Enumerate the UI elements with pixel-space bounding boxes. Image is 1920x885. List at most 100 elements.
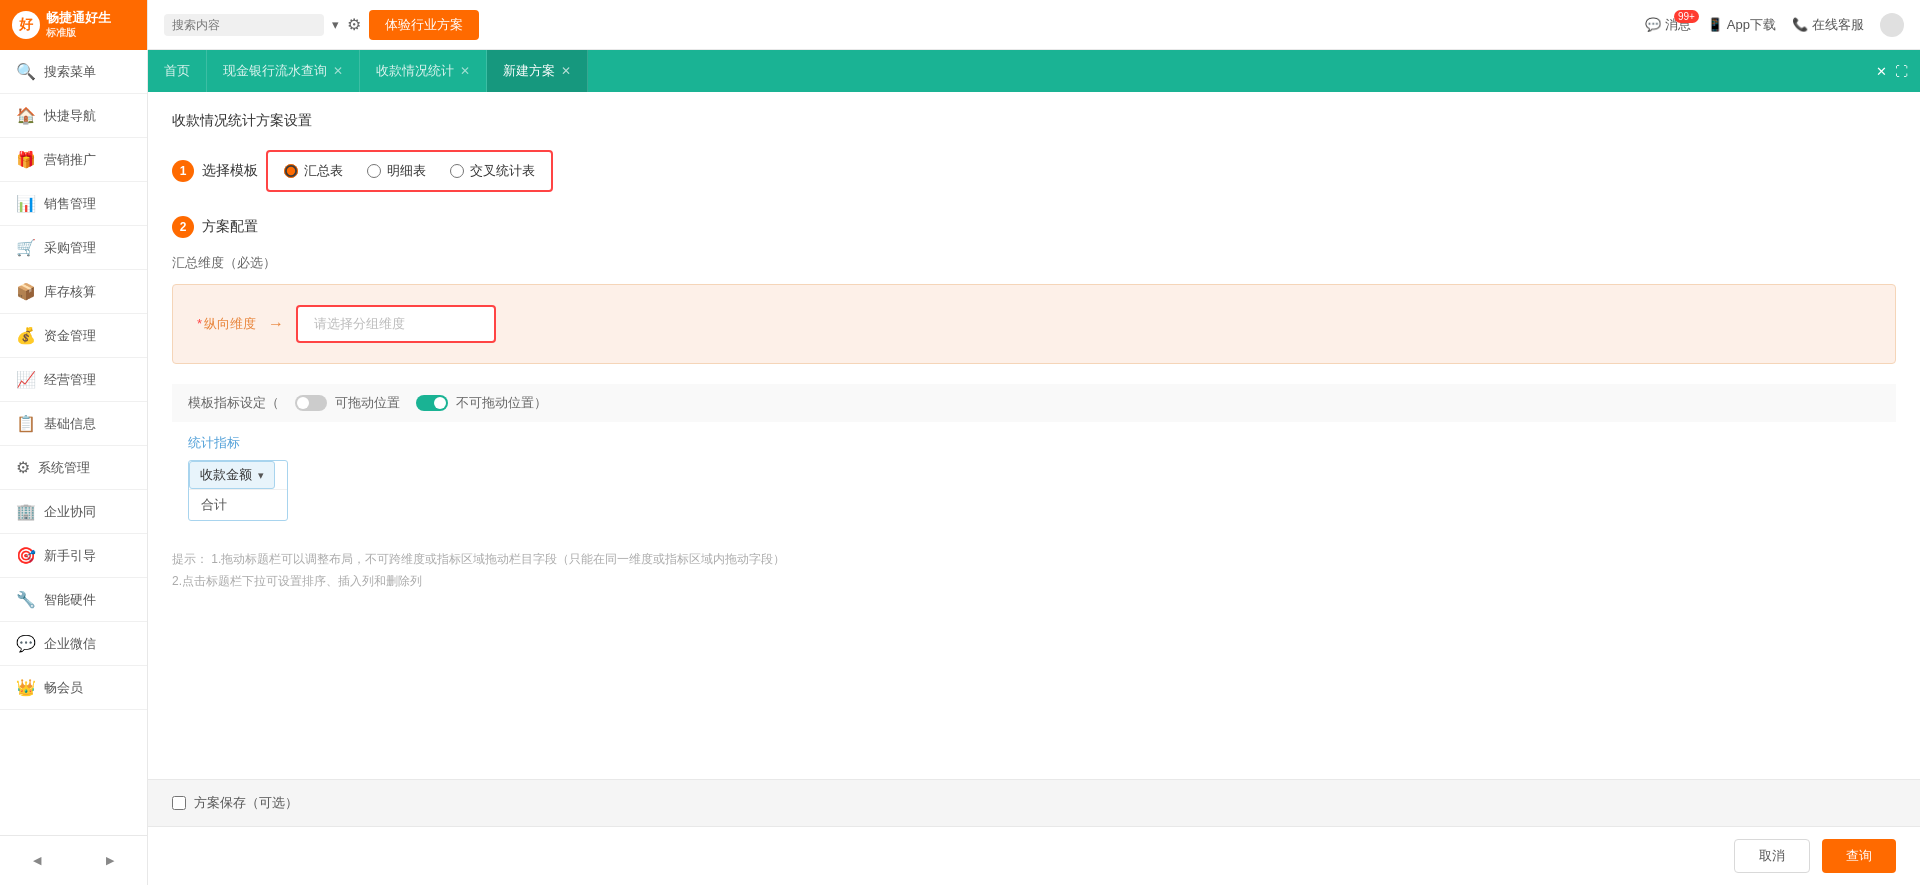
tab-cashflow-close[interactable]: ✕ xyxy=(333,64,343,78)
download-label: App下载 xyxy=(1727,16,1776,34)
service-label: 在线客服 xyxy=(1812,16,1864,34)
radio-detail-label: 明细表 xyxy=(387,162,426,180)
metrics-header-bar: 模板指标设定（ 可拖动位置 不可拖 xyxy=(172,384,1896,422)
tab-controls: ✕ ⛶ xyxy=(1864,50,1920,92)
cart-icon: 🛒 xyxy=(16,238,36,257)
sidebar-item-label: 新手引导 xyxy=(44,547,96,565)
chat-icon: 💬 xyxy=(16,634,36,653)
sidebar-item-purchase[interactable]: 🛒 采购管理 xyxy=(0,226,147,270)
sidebar-bottom-right[interactable]: ▶ xyxy=(106,854,114,867)
radio-detail-input[interactable] xyxy=(367,164,381,178)
radio-cross-input[interactable] xyxy=(450,164,464,178)
sidebar-item-marketing[interactable]: 🎁 营销推广 xyxy=(0,138,147,182)
wrench-icon: 🔧 xyxy=(16,590,36,609)
search-input[interactable] xyxy=(164,14,324,36)
radio-detail[interactable]: 明细表 xyxy=(367,162,426,180)
service-section[interactable]: 📞 在线客服 xyxy=(1792,16,1864,34)
step1-section: 1 选择模板 汇总表 明细表 交叉统计表 xyxy=(172,150,1896,192)
sidebar-item-wechat[interactable]: 💬 企业微信 xyxy=(0,622,147,666)
gear-icon[interactable]: ⚙ xyxy=(347,15,361,34)
money-icon: 💰 xyxy=(16,326,36,345)
tab-new-plan-close[interactable]: ✕ xyxy=(561,64,571,78)
sidebar-item-sales[interactable]: 📊 销售管理 xyxy=(0,182,147,226)
tips-section: 提示： 1.拖动标题栏可以调整布局，不可跨维度或指标区域拖动栏目字段（只能在同一… xyxy=(172,549,1896,592)
metrics-toggle1[interactable]: 可拖动位置 xyxy=(295,394,400,412)
toggle-label2: 不可拖动位置） xyxy=(456,394,547,412)
sidebar-bottom-left[interactable]: ◀ xyxy=(33,854,41,867)
toggle-track1 xyxy=(295,395,327,411)
main-area: ▾ ⚙ 体验行业方案 💬 消息 99+ 📱 App下载 📞 在线客服 首页 xyxy=(148,0,1920,885)
sidebar-item-inventory[interactable]: 📦 库存核算 xyxy=(0,270,147,314)
message-badge[interactable]: 💬 消息 99+ xyxy=(1645,16,1691,34)
sidebar-logo: 好 畅捷通好生 标准版 xyxy=(0,0,147,50)
sidebar-item-hardware[interactable]: 🔧 智能硬件 xyxy=(0,578,147,622)
sidebar-item-label: 搜索菜单 xyxy=(44,63,96,81)
sidebar-item-label: 基础信息 xyxy=(44,415,96,433)
tip-1: 提示： 1.拖动标题栏可以调整布局，不可跨维度或指标区域拖动栏目字段（只能在同一… xyxy=(172,549,1896,571)
radio-summary-input[interactable] xyxy=(284,164,298,178)
footer-actions: 取消 查询 xyxy=(148,826,1920,885)
tab-bar: 首页 现金银行流水查询 ✕ 收款情况统计 ✕ 新建方案 ✕ ✕ ⛶ xyxy=(148,50,1920,92)
sidebar-item-system[interactable]: ⚙ 系统管理 xyxy=(0,446,147,490)
sidebar-item-label: 库存核算 xyxy=(44,283,96,301)
sidebar-nav: 🔍 搜索菜单 🏠 快捷导航 🎁 营销推广 📊 销售管理 🛒 采购管理 📦 库存核… xyxy=(0,50,147,835)
header-right: 💬 消息 99+ 📱 App下载 📞 在线客服 xyxy=(1645,13,1904,37)
step2-number: 2 xyxy=(172,216,194,238)
toggle-thumb1 xyxy=(297,397,309,409)
content-area: 收款情况统计方案设置 1 选择模板 汇总表 明细表 xyxy=(148,92,1920,885)
badge-count: 99+ xyxy=(1674,10,1699,23)
tab-expand-icon[interactable]: ⛶ xyxy=(1895,64,1908,79)
dimension-dropdown[interactable]: 请选择分组维度 xyxy=(296,305,496,343)
sidebar: 好 畅捷通好生 标准版 🔍 搜索菜单 🏠 快捷导航 🎁 营销推广 📊 销售管理 … xyxy=(0,0,148,885)
tab-receipts-label: 收款情况统计 xyxy=(376,62,454,80)
chevron-down-icon[interactable]: ▾ xyxy=(332,17,339,32)
tip-2: 2.点击标题栏下拉可设置排序、插入列和删除列 xyxy=(172,571,1896,593)
home-icon: 🏠 xyxy=(16,106,36,125)
trial-button[interactable]: 体验行业方案 xyxy=(369,10,479,40)
tab-cashflow[interactable]: 现金银行流水查询 ✕ xyxy=(207,50,360,92)
clipboard-icon: 📋 xyxy=(16,414,36,433)
tab-home[interactable]: 首页 xyxy=(148,50,207,92)
sidebar-item-collab[interactable]: 🏢 企业协同 xyxy=(0,490,147,534)
tab-new-plan[interactable]: 新建方案 ✕ xyxy=(487,50,588,92)
sidebar-item-member[interactable]: 👑 畅会员 xyxy=(0,666,147,710)
arrow-icon: → xyxy=(268,315,284,333)
headset-icon: 📞 xyxy=(1792,17,1808,32)
metrics-stat-label: 统计指标 xyxy=(188,434,1880,452)
sidebar-item-management[interactable]: 📈 经营管理 xyxy=(0,358,147,402)
metrics-sub-label: 合计 xyxy=(201,496,227,514)
template-selection: 汇总表 明细表 交叉统计表 xyxy=(266,150,553,192)
sidebar-item-basic[interactable]: 📋 基础信息 xyxy=(0,402,147,446)
tab-close-icon[interactable]: ✕ xyxy=(1876,64,1887,79)
sidebar-item-guide[interactable]: 🎯 新手引导 xyxy=(0,534,147,578)
sidebar-item-search[interactable]: 🔍 搜索菜单 xyxy=(0,50,147,94)
step1-label: 选择模板 xyxy=(202,162,258,180)
toggle-label1: 可拖动位置 xyxy=(335,394,400,412)
radio-summary-label: 汇总表 xyxy=(304,162,343,180)
tab-receipts[interactable]: 收款情况统计 ✕ xyxy=(360,50,487,92)
config-section: 汇总维度（必选） *纵向维度 → 请选择分组维度 xyxy=(172,254,1896,592)
metrics-chip-label: 收款金额 xyxy=(200,466,252,484)
sidebar-item-finance[interactable]: 💰 资金管理 xyxy=(0,314,147,358)
query-button[interactable]: 查询 xyxy=(1822,839,1896,873)
dimension-label: *纵向维度 xyxy=(197,315,256,333)
chevron-down-icon: ▾ xyxy=(258,469,264,482)
step2-header: 2 方案配置 xyxy=(172,216,1896,238)
radio-summary[interactable]: 汇总表 xyxy=(284,162,343,180)
metrics-body: 统计指标 收款金额 ▾ 合计 xyxy=(172,422,1896,533)
sidebar-item-label: 智能硬件 xyxy=(44,591,96,609)
metrics-header-text: 模板指标设定（ xyxy=(188,394,279,412)
metrics-chip[interactable]: 收款金额 ▾ xyxy=(189,461,275,489)
radio-cross[interactable]: 交叉统计表 xyxy=(450,162,535,180)
tab-new-plan-label: 新建方案 xyxy=(503,62,555,80)
cancel-button[interactable]: 取消 xyxy=(1734,839,1810,873)
download-section[interactable]: 📱 App下载 xyxy=(1707,16,1776,34)
sidebar-item-nav[interactable]: 🏠 快捷导航 xyxy=(0,94,147,138)
save-checkbox[interactable] xyxy=(172,796,186,810)
tab-receipts-close[interactable]: ✕ xyxy=(460,64,470,78)
header-left: ▾ ⚙ 体验行业方案 xyxy=(164,10,479,40)
step2-section: 2 方案配置 汇总维度（必选） *纵向维度 → 请选择分组维度 xyxy=(172,216,1896,592)
metrics-toggle2[interactable]: 不可拖动位置） xyxy=(416,394,547,412)
gift-icon: 🎁 xyxy=(16,150,36,169)
sidebar-item-label: 快捷导航 xyxy=(44,107,96,125)
